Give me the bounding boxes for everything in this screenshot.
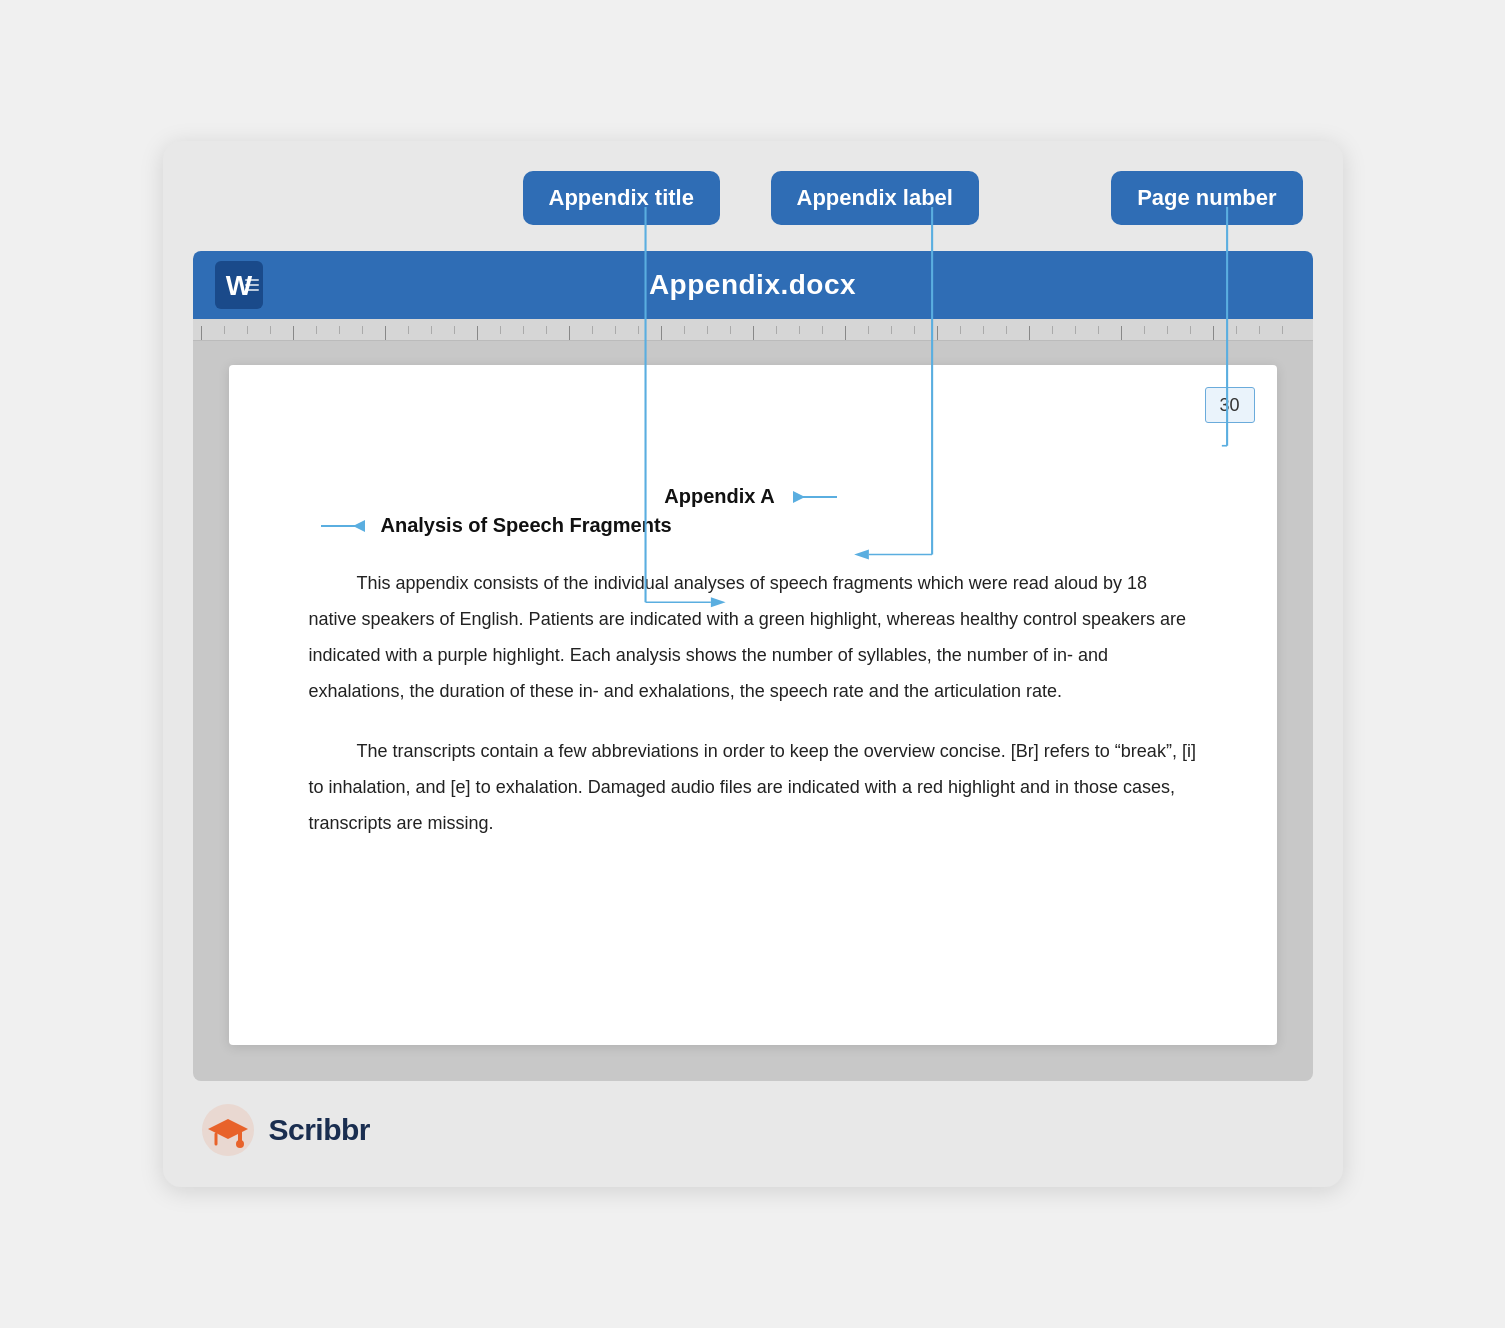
tooltip-appendix-label: Appendix label	[771, 171, 979, 225]
svg-rect-10	[245, 279, 259, 281]
tooltip-row: Appendix title Appendix label Page numbe…	[193, 171, 1313, 251]
document-page: 30 Appendix A Analysis of Speech Fra	[229, 365, 1277, 1045]
appendix-label-arrow	[791, 486, 841, 508]
svg-marker-14	[793, 491, 805, 503]
appendix-title-line: Analysis of Speech Fragments	[309, 514, 1197, 537]
svg-point-20	[236, 1140, 244, 1148]
scribbr-logo-icon	[201, 1103, 255, 1157]
tooltip-page-number: Page number	[1111, 171, 1302, 225]
appendix-label-text: Appendix A	[664, 485, 774, 508]
svg-marker-16	[353, 520, 365, 532]
outer-container: Appendix title Appendix label Page numbe…	[163, 141, 1343, 1187]
tooltip-appendix-title-label: Appendix title	[549, 185, 694, 210]
appendix-label-line: Appendix A	[309, 485, 1197, 508]
tooltip-page-number-label: Page number	[1137, 185, 1276, 210]
page-number-value: 30	[1219, 395, 1239, 416]
doc-area: 30 Appendix A Analysis of Speech Fra	[193, 341, 1313, 1081]
body-paragraph-2: The transcripts contain a few abbreviati…	[309, 733, 1197, 841]
appendix-title-arrow	[319, 515, 369, 537]
scribbr-brand-name: Scribbr	[269, 1113, 371, 1147]
word-titlebar: W Appendix.docx	[193, 251, 1313, 319]
appendix-title-text: Analysis of Speech Fragments	[381, 514, 672, 537]
svg-rect-11	[245, 284, 259, 286]
word-document-title: Appendix.docx	[649, 269, 856, 301]
body-paragraph-1: This appendix consists of the individual…	[309, 565, 1197, 709]
page-number-badge: 30	[1205, 387, 1255, 423]
tooltip-appendix-label-label: Appendix label	[797, 185, 953, 210]
ruler	[193, 319, 1313, 341]
svg-rect-12	[245, 289, 259, 291]
tooltip-appendix-title: Appendix title	[523, 171, 720, 225]
footer: Scribbr	[193, 1103, 1313, 1157]
word-icon: W	[215, 261, 263, 309]
